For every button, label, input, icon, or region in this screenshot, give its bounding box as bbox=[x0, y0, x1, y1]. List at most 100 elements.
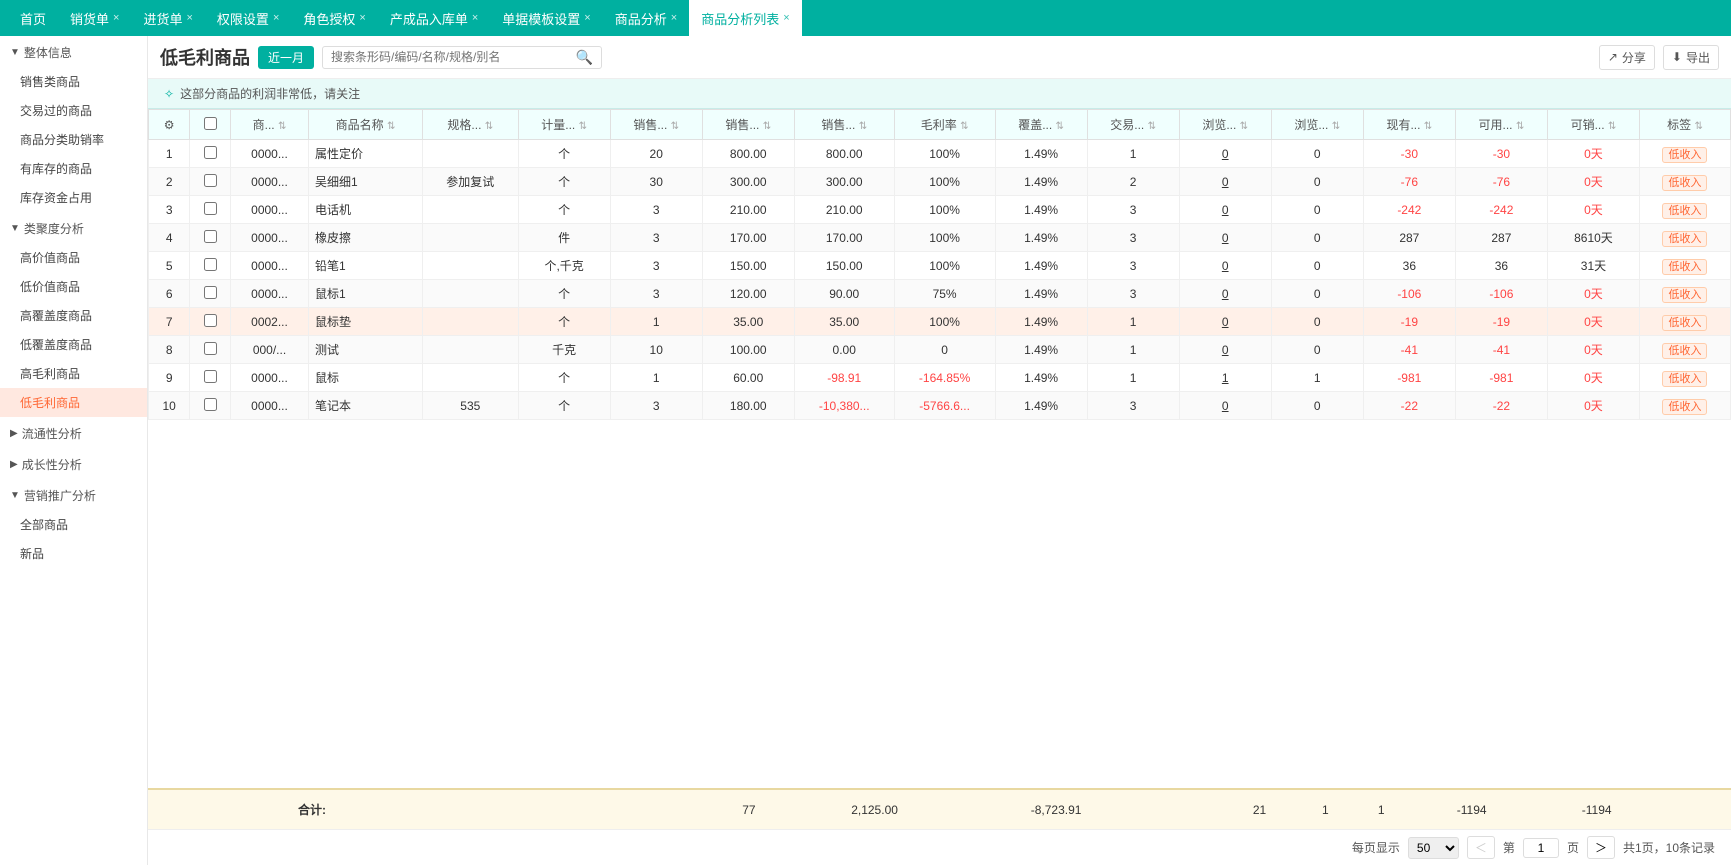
sidebar-section-circulation[interactable]: ▶ 流通性分析 bbox=[0, 417, 147, 448]
th-sellable-days[interactable]: 可销... ⇅ bbox=[1547, 110, 1639, 140]
row-select-checkbox[interactable] bbox=[204, 342, 217, 355]
row-browse1[interactable]: 0 bbox=[1179, 336, 1271, 364]
close-icon[interactable]: × bbox=[113, 12, 119, 24]
th-code[interactable]: 商... ⇅ bbox=[231, 110, 309, 140]
th-current-stock[interactable]: 现有... ⇅ bbox=[1363, 110, 1455, 140]
row-select-checkbox[interactable] bbox=[204, 370, 217, 383]
share-button[interactable]: ↗ 分享 bbox=[1599, 45, 1655, 70]
select-all-checkbox[interactable] bbox=[204, 117, 217, 130]
sidebar-item-high-coverage[interactable]: 高覆盖度商品 bbox=[0, 301, 147, 330]
close-icon[interactable]: × bbox=[671, 12, 677, 24]
th-gross-margin[interactable]: 毛利率 ⇅ bbox=[894, 110, 995, 140]
row-browse1[interactable]: 0 bbox=[1179, 252, 1271, 280]
row-select-checkbox[interactable] bbox=[204, 146, 217, 159]
row-select-checkbox[interactable] bbox=[204, 398, 217, 411]
nav-home[interactable]: 首页 bbox=[8, 0, 58, 36]
nav-template-settings[interactable]: 单据模板设置 × bbox=[490, 0, 602, 36]
th-transaction[interactable]: 交易... ⇅ bbox=[1087, 110, 1179, 140]
row-checkbox[interactable] bbox=[190, 392, 231, 420]
sidebar-item-in-stock[interactable]: 有库存的商品 bbox=[0, 154, 147, 183]
th-settings[interactable]: ⚙ bbox=[149, 110, 190, 140]
close-icon[interactable]: × bbox=[359, 12, 365, 24]
row-name: 橡皮擦 bbox=[308, 224, 422, 252]
th-name[interactable]: 商品名称 ⇅ bbox=[308, 110, 422, 140]
sidebar-item-all-products[interactable]: 全部商品 bbox=[0, 510, 147, 539]
row-checkbox[interactable] bbox=[190, 140, 231, 168]
row-select-checkbox[interactable] bbox=[204, 174, 217, 187]
row-select-checkbox[interactable] bbox=[204, 230, 217, 243]
totals-label: 合计: bbox=[282, 796, 581, 823]
row-browse1[interactable]: 0 bbox=[1179, 280, 1271, 308]
per-page-select[interactable]: 50 100 bbox=[1408, 837, 1459, 859]
sidebar-item-sales-products[interactable]: 销售类商品 bbox=[0, 67, 147, 96]
sidebar-section-marketing[interactable]: ▼ 营销推广分析 bbox=[0, 479, 147, 510]
th-sales-count[interactable]: 销售... ⇅ bbox=[610, 110, 702, 140]
nav-product-entry[interactable]: 产成品入库单 × bbox=[378, 0, 490, 36]
sidebar-item-high-margin[interactable]: 高毛利商品 bbox=[0, 359, 147, 388]
th-spec[interactable]: 规格... ⇅ bbox=[422, 110, 518, 140]
nav-purchase-order[interactable]: 进货单 × bbox=[131, 0, 204, 36]
nav-role-auth[interactable]: 角色授权 × bbox=[291, 0, 377, 36]
period-button[interactable]: 近一月 bbox=[258, 46, 314, 69]
prev-page-button[interactable]: ＜ bbox=[1467, 836, 1495, 859]
totals-transaction: 21 bbox=[1222, 796, 1298, 823]
th-sales-profit[interactable]: 销售... ⇅ bbox=[794, 110, 894, 140]
sidebar-item-high-value[interactable]: 高价值商品 bbox=[0, 243, 147, 272]
row-coverage: 1.49% bbox=[995, 168, 1087, 196]
sidebar-section-overall[interactable]: ▼ 整体信息 bbox=[0, 36, 147, 67]
close-icon[interactable]: × bbox=[783, 12, 789, 24]
sidebar-item-category-rate[interactable]: 商品分类助销率 bbox=[0, 125, 147, 154]
row-select-checkbox[interactable] bbox=[204, 202, 217, 215]
nav-product-analysis[interactable]: 商品分析 × bbox=[603, 0, 689, 36]
sidebar-section-cluster[interactable]: ▼ 类聚度分析 bbox=[0, 212, 147, 243]
row-browse1[interactable]: 0 bbox=[1179, 196, 1271, 224]
sidebar-item-capital-usage[interactable]: 库存资金占用 bbox=[0, 183, 147, 212]
search-icon[interactable]: 🔍 bbox=[576, 49, 593, 66]
row-browse1[interactable]: 0 bbox=[1179, 140, 1271, 168]
row-available-stock: -106 bbox=[1455, 280, 1547, 308]
th-browse1[interactable]: 浏览... ⇅ bbox=[1179, 110, 1271, 140]
row-browse1[interactable]: 0 bbox=[1179, 392, 1271, 420]
row-browse1[interactable]: 0 bbox=[1179, 308, 1271, 336]
nav-permission[interactable]: 权限设置 × bbox=[205, 0, 291, 36]
sidebar-item-low-coverage[interactable]: 低覆盖度商品 bbox=[0, 330, 147, 359]
row-checkbox[interactable] bbox=[190, 224, 231, 252]
close-icon[interactable]: × bbox=[584, 12, 590, 24]
row-browse1[interactable]: 0 bbox=[1179, 224, 1271, 252]
row-checkbox[interactable] bbox=[190, 336, 231, 364]
row-checkbox[interactable] bbox=[190, 168, 231, 196]
sidebar-item-low-margin[interactable]: 低毛利商品 bbox=[0, 388, 147, 417]
sidebar-item-traded-products[interactable]: 交易过的商品 bbox=[0, 96, 147, 125]
th-browse2[interactable]: 浏览... ⇅ bbox=[1271, 110, 1363, 140]
sidebar-item-new-products[interactable]: 新品 bbox=[0, 539, 147, 568]
close-icon[interactable]: × bbox=[273, 12, 279, 24]
sidebar-section-growth[interactable]: ▶ 成长性分析 bbox=[0, 448, 147, 479]
export-button[interactable]: ⬇ 导出 bbox=[1663, 45, 1719, 70]
row-select-checkbox[interactable] bbox=[204, 314, 217, 327]
sidebar-item-low-value[interactable]: 低价值商品 bbox=[0, 272, 147, 301]
row-select-checkbox[interactable] bbox=[204, 258, 217, 271]
next-page-button[interactable]: ＞ bbox=[1587, 836, 1615, 859]
row-checkbox[interactable] bbox=[190, 364, 231, 392]
nav-product-analysis-list[interactable]: 商品分析列表 × bbox=[689, 0, 801, 36]
row-checkbox[interactable] bbox=[190, 308, 231, 336]
close-icon[interactable]: × bbox=[186, 12, 192, 24]
row-sales-count: 20 bbox=[610, 140, 702, 168]
row-select-checkbox[interactable] bbox=[204, 286, 217, 299]
row-browse1[interactable]: 0 bbox=[1179, 168, 1271, 196]
th-unit[interactable]: 计量... ⇅ bbox=[518, 110, 610, 140]
th-checkbox[interactable] bbox=[190, 110, 231, 140]
page-number-input[interactable] bbox=[1523, 838, 1559, 858]
table-row: 10 0000... 笔记本 535 个 3 180.00 -10,380...… bbox=[149, 392, 1731, 420]
row-checkbox[interactable] bbox=[190, 252, 231, 280]
close-icon[interactable]: × bbox=[472, 12, 478, 24]
search-input[interactable] bbox=[331, 50, 576, 64]
th-tag[interactable]: 标签 ⇅ bbox=[1639, 110, 1730, 140]
th-sales-amount[interactable]: 销售... ⇅ bbox=[702, 110, 794, 140]
row-browse1[interactable]: 1 bbox=[1179, 364, 1271, 392]
th-coverage[interactable]: 覆盖... ⇅ bbox=[995, 110, 1087, 140]
row-checkbox[interactable] bbox=[190, 280, 231, 308]
nav-sales-order[interactable]: 销货单 × bbox=[58, 0, 131, 36]
th-available-stock[interactable]: 可用... ⇅ bbox=[1455, 110, 1547, 140]
row-checkbox[interactable] bbox=[190, 196, 231, 224]
